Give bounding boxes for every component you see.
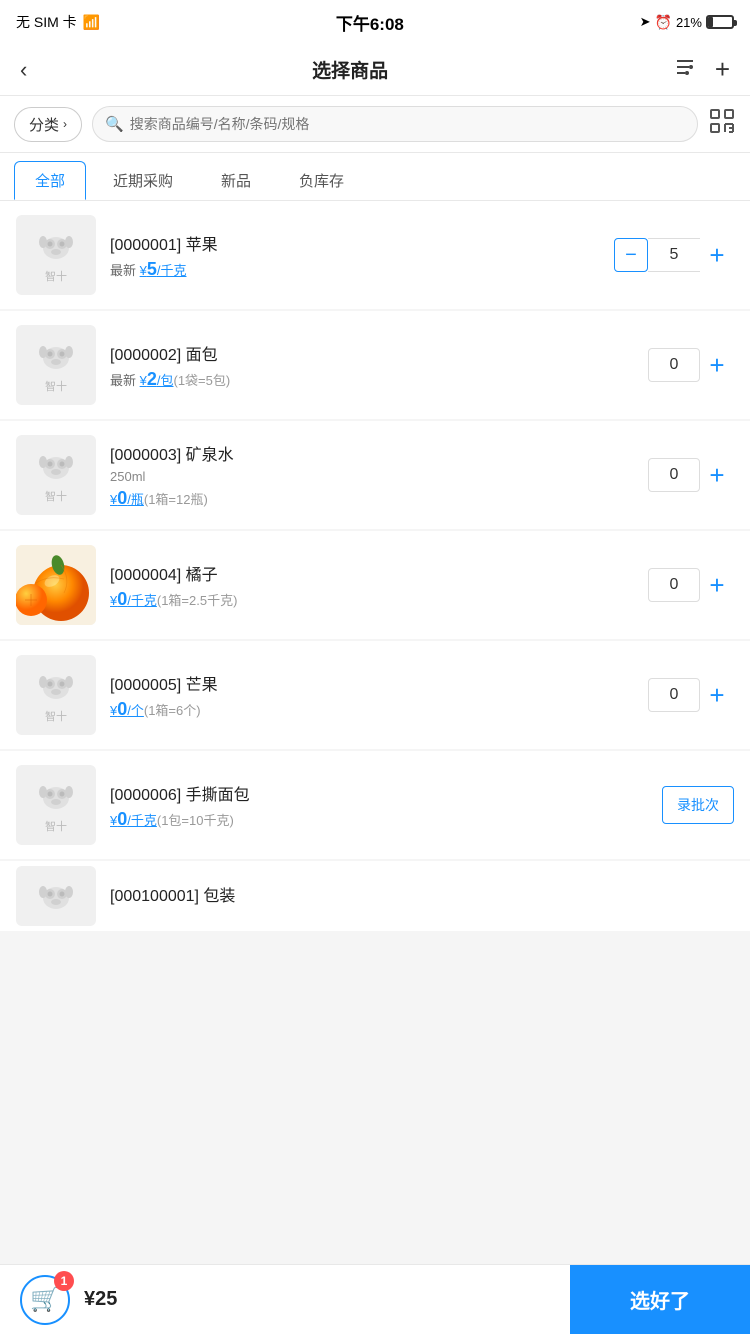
- scan-icon[interactable]: [708, 107, 736, 141]
- brand-label: 智十: [45, 488, 67, 504]
- product-details: [0000006] 手撕面包 ¥0/千克(1包=10千克): [110, 781, 648, 830]
- filter-button[interactable]: [673, 55, 697, 85]
- back-button[interactable]: ‹: [20, 57, 27, 83]
- product-details: [0000001] 苹果 最新 ¥5/千克: [110, 231, 600, 280]
- product-details: [000100001] 包装: [110, 882, 734, 910]
- product-image-placeholder: 智十: [16, 325, 96, 405]
- product-image-placeholder: [16, 866, 96, 926]
- filter-bar: 分类 › 🔍: [0, 96, 750, 153]
- qty-control: − +: [614, 238, 734, 272]
- alarm-icon: ⏰: [655, 14, 672, 31]
- qty-control: +: [648, 458, 734, 492]
- product-name: [0000002] 面包: [110, 341, 634, 365]
- tab-new[interactable]: 新品: [200, 161, 272, 200]
- product-name: [0000004] 橘子: [110, 561, 634, 585]
- list-item: 智十 [0000002] 面包 最新 ¥2/包(1袋=5包) +: [0, 311, 750, 419]
- brand-label: 智十: [45, 708, 67, 724]
- battery-icon: [706, 15, 734, 29]
- product-name: [0000001] 苹果: [110, 231, 600, 255]
- location-icon: ➤: [640, 14, 651, 30]
- wifi-icon: 📶: [83, 14, 100, 31]
- brand-label: 智十: [45, 378, 67, 394]
- product-price: ¥0/千克(1箱=2.5千克): [110, 589, 634, 610]
- product-name: [0000006] 手撕面包: [110, 781, 648, 805]
- product-price: 最新 ¥5/千克: [110, 259, 600, 280]
- qty-plus-button[interactable]: +: [700, 238, 734, 272]
- chevron-right-icon: ›: [63, 117, 67, 131]
- qty-control: +: [648, 678, 734, 712]
- nav-bar: ‹ 选择商品 +: [0, 44, 750, 96]
- product-name: [000100001] 包装: [110, 882, 734, 906]
- bottom-bar: 🛒 1 ¥25 选好了: [0, 1264, 750, 1334]
- category-button[interactable]: 分类 ›: [14, 107, 82, 142]
- carrier-label: 无 SIM 卡: [16, 12, 77, 32]
- list-item: [0000004] 橘子 ¥0/千克(1箱=2.5千克) +: [0, 531, 750, 639]
- nav-actions: +: [673, 54, 730, 85]
- brand-label: 智十: [45, 818, 67, 834]
- cart-section: 🛒 1 ¥25: [0, 1275, 570, 1325]
- product-image-placeholder: 智十: [16, 655, 96, 735]
- product-details: [0000005] 芒果 ¥0/个(1箱=6个): [110, 671, 634, 720]
- tab-negative[interactable]: 负库存: [278, 161, 365, 200]
- cart-icon: 🛒: [30, 1285, 60, 1314]
- product-details: [0000002] 面包 最新 ¥2/包(1袋=5包): [110, 341, 634, 390]
- status-bar: 无 SIM 卡 📶 下午6:08 ➤ ⏰ 21%: [0, 0, 750, 44]
- batch-button[interactable]: 录批次: [662, 786, 734, 824]
- status-time: 下午6:08: [336, 10, 404, 35]
- search-icon: 🔍: [105, 115, 124, 133]
- list-item: 智十 [0000001] 苹果 最新 ¥5/千克 − +: [0, 201, 750, 309]
- qty-plus-button[interactable]: +: [700, 348, 734, 382]
- list-item: 智十 [0000006] 手撕面包 ¥0/千克(1包=10千克) 录批次: [0, 751, 750, 859]
- list-item-partial: [000100001] 包装: [0, 861, 750, 931]
- page-title: 选择商品: [312, 56, 388, 83]
- product-price: 最新 ¥2/包(1袋=5包): [110, 369, 634, 390]
- qty-input[interactable]: [648, 678, 700, 712]
- product-spec: 250ml: [110, 469, 634, 484]
- qty-plus-button[interactable]: +: [700, 678, 734, 712]
- product-name: [0000003] 矿泉水: [110, 441, 634, 465]
- product-details: [0000004] 橘子 ¥0/千克(1箱=2.5千克): [110, 561, 634, 610]
- cart-button[interactable]: 🛒 1: [20, 1275, 70, 1325]
- qty-input[interactable]: [648, 238, 700, 272]
- confirm-button[interactable]: 选好了: [570, 1265, 750, 1334]
- qty-minus-button[interactable]: −: [614, 238, 648, 272]
- add-button[interactable]: +: [715, 54, 730, 85]
- product-image-placeholder: 智十: [16, 435, 96, 515]
- qty-plus-button[interactable]: +: [700, 568, 734, 602]
- qty-control: +: [648, 348, 734, 382]
- search-box: 🔍: [92, 106, 698, 142]
- product-price: ¥0/瓶(1箱=12瓶): [110, 488, 634, 509]
- search-input[interactable]: [130, 116, 685, 132]
- list-item: 智十 [0000005] 芒果 ¥0/个(1箱=6个) +: [0, 641, 750, 749]
- status-left: 无 SIM 卡 📶: [16, 12, 100, 32]
- product-price: ¥0/千克(1包=10千克): [110, 809, 648, 830]
- qty-input[interactable]: [648, 348, 700, 382]
- qty-control: +: [648, 568, 734, 602]
- product-image-placeholder: 智十: [16, 215, 96, 295]
- qty-input[interactable]: [648, 458, 700, 492]
- qty-input[interactable]: [648, 568, 700, 602]
- cart-total: ¥25: [84, 1288, 117, 1311]
- tab-bar: 全部 近期采购 新品 负库存: [0, 153, 750, 201]
- cart-badge: 1: [54, 1271, 74, 1291]
- qty-plus-button[interactable]: +: [700, 458, 734, 492]
- status-right: ➤ ⏰ 21%: [640, 14, 734, 31]
- tab-all[interactable]: 全部: [14, 161, 86, 200]
- product-image-placeholder: 智十: [16, 765, 96, 845]
- product-image: [16, 545, 96, 625]
- product-details: [0000003] 矿泉水 250ml ¥0/瓶(1箱=12瓶): [110, 441, 634, 509]
- battery-label: 21%: [676, 15, 702, 30]
- tab-recent[interactable]: 近期采购: [92, 161, 194, 200]
- product-list: 智十 [0000001] 苹果 最新 ¥5/千克 − + 智十 [0000002…: [0, 201, 750, 1001]
- list-item: 智十 [0000003] 矿泉水 250ml ¥0/瓶(1箱=12瓶) +: [0, 421, 750, 529]
- product-price: ¥0/个(1箱=6个): [110, 699, 634, 720]
- brand-label: 智十: [45, 268, 67, 284]
- product-name: [0000005] 芒果: [110, 671, 634, 695]
